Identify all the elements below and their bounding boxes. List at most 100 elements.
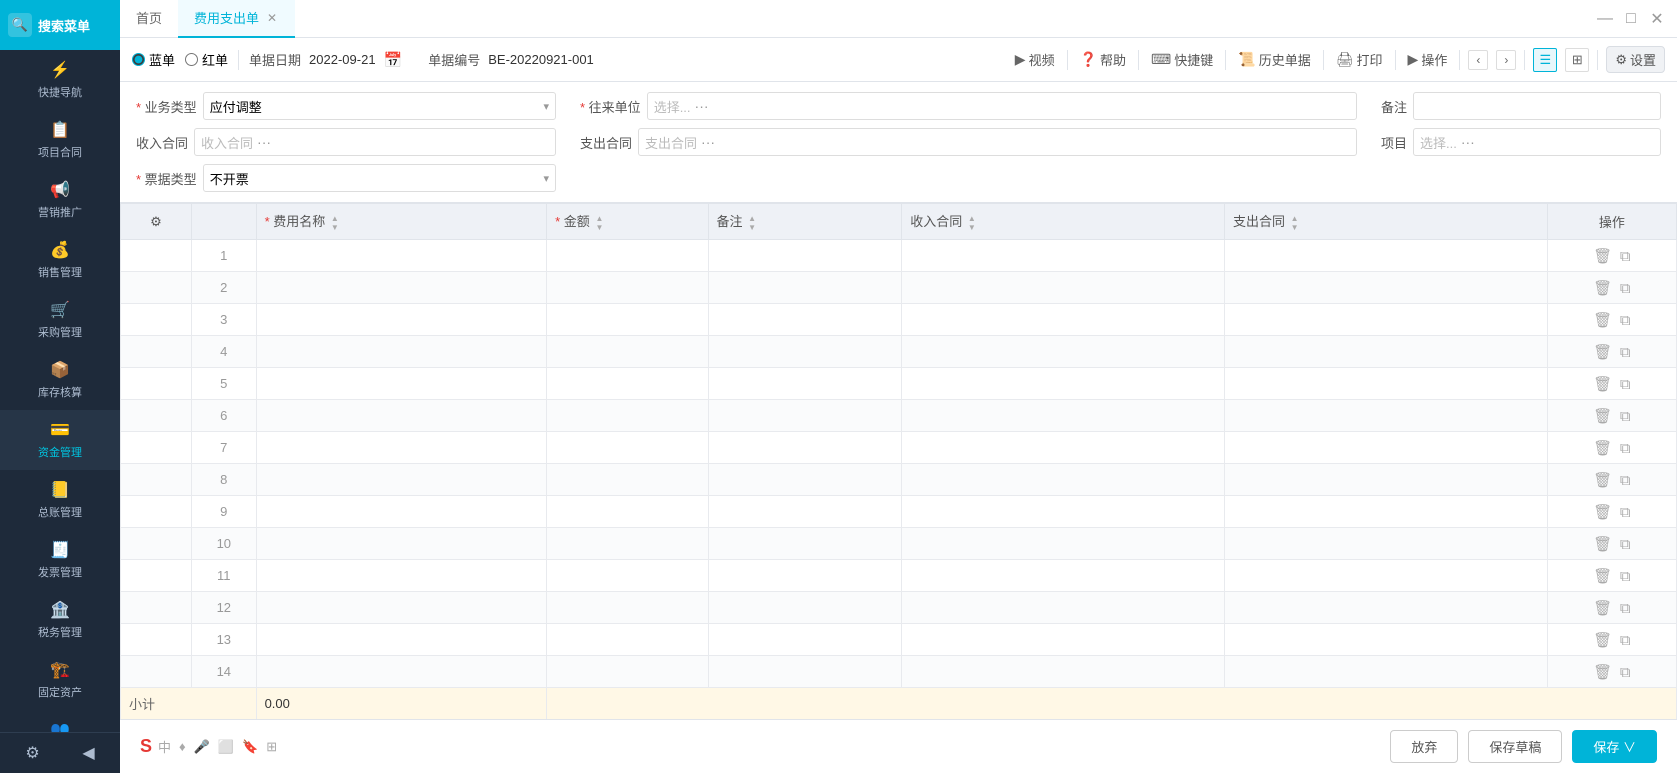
help-btn[interactable]: ❓ 帮助	[1076, 48, 1130, 71]
copy-row-icon[interactable]: ⧉	[1620, 312, 1631, 329]
row-expense-name-cell[interactable]	[256, 624, 547, 656]
delete-row-icon[interactable]: 🗑	[1593, 248, 1612, 265]
row-amount-cell[interactable]	[547, 528, 708, 560]
sidebar-item-quick-nav[interactable]: ⚡ 快捷导航	[0, 50, 120, 110]
copy-row-icon[interactable]: ⧉	[1620, 472, 1631, 489]
brand-icon-mic[interactable]: 🎤	[194, 739, 210, 755]
row-amount-cell[interactable]	[547, 496, 708, 528]
row-amount-cell[interactable]	[547, 624, 708, 656]
brand-icon-square[interactable]: ⬜	[218, 739, 234, 755]
red-bill-radio-label[interactable]: 红单	[185, 50, 228, 69]
save-button[interactable]: 保存 ∨	[1572, 730, 1657, 763]
expense-contract-sort-icon[interactable]: ▲▼	[1291, 214, 1299, 232]
row-amount-cell[interactable]	[547, 432, 708, 464]
table-col-expense-name[interactable]: * 费用名称 ▲▼	[256, 204, 547, 240]
copy-row-icon[interactable]: ⧉	[1620, 248, 1631, 265]
row-expense-contract-cell[interactable]	[1225, 624, 1548, 656]
view-grid-btn[interactable]: ⊞	[1565, 48, 1589, 72]
row-income-contract-cell[interactable]	[902, 240, 1225, 272]
row-amount-cell[interactable]	[547, 336, 708, 368]
row-remark-cell[interactable]	[708, 304, 902, 336]
row-expense-name-cell[interactable]	[256, 304, 547, 336]
row-remark-cell[interactable]	[708, 656, 902, 688]
copy-row-icon[interactable]: ⧉	[1620, 504, 1631, 521]
sidebar-item-tax-mgmt[interactable]: 🏦 税务管理	[0, 590, 120, 650]
row-income-contract-cell[interactable]	[902, 272, 1225, 304]
row-remark-cell[interactable]	[708, 624, 902, 656]
row-remark-cell[interactable]	[708, 336, 902, 368]
business-type-dropdown-icon[interactable]: ▾	[543, 100, 549, 113]
invoice-type-dropdown-icon[interactable]: ▾	[543, 172, 549, 185]
income-contract-ellipsis-btn[interactable]: ···	[257, 134, 271, 150]
row-expense-name-cell[interactable]	[256, 592, 547, 624]
sidebar-item-fixed-assets[interactable]: 🏗️ 固定资产	[0, 650, 120, 710]
copy-row-icon[interactable]: ⧉	[1620, 376, 1631, 393]
table-settings-icon[interactable]: ⚙	[150, 214, 162, 229]
video-btn[interactable]: ▶ 视频	[1011, 48, 1059, 71]
shortcut-btn[interactable]: ⌨ 快捷键	[1147, 48, 1217, 71]
delete-row-icon[interactable]: 🗑	[1593, 600, 1612, 617]
counterparty-ellipsis-btn[interactable]: ···	[695, 98, 709, 114]
print-btn[interactable]: 🖨 打印	[1332, 48, 1387, 71]
row-expense-name-cell[interactable]	[256, 240, 547, 272]
copy-row-icon[interactable]: ⧉	[1620, 408, 1631, 425]
sidebar-settings-icon[interactable]: ⚙	[25, 743, 39, 763]
window-minimize-btn[interactable]: —	[1593, 7, 1617, 31]
row-remark-cell[interactable]	[708, 368, 902, 400]
copy-row-icon[interactable]: ⧉	[1620, 344, 1631, 361]
nav-next-btn[interactable]: ›	[1496, 50, 1516, 70]
copy-row-icon[interactable]: ⧉	[1620, 536, 1631, 553]
row-income-contract-cell[interactable]	[902, 464, 1225, 496]
expense-contract-ellipsis-btn[interactable]: ···	[701, 134, 715, 150]
table-col-income-contract[interactable]: 收入合同 ▲▼	[902, 204, 1225, 240]
delete-row-icon[interactable]: 🗑	[1593, 408, 1612, 425]
sidebar-item-purchase-mgmt[interactable]: 🛒 采购管理	[0, 290, 120, 350]
row-expense-name-cell[interactable]	[256, 336, 547, 368]
delete-row-icon[interactable]: 🗑	[1593, 568, 1612, 585]
sidebar-item-marketing[interactable]: 📢 营销推广	[0, 170, 120, 230]
row-expense-contract-cell[interactable]	[1225, 240, 1548, 272]
amount-sort-icon[interactable]: ▲▼	[595, 214, 603, 232]
row-expense-contract-cell[interactable]	[1225, 528, 1548, 560]
row-expense-name-cell[interactable]	[256, 432, 547, 464]
nav-prev-btn[interactable]: ‹	[1468, 50, 1488, 70]
view-list-btn[interactable]: ☰	[1533, 48, 1557, 72]
remark-input[interactable]	[1413, 92, 1661, 120]
row-expense-contract-cell[interactable]	[1225, 272, 1548, 304]
save-draft-button[interactable]: 保存草稿	[1468, 730, 1562, 763]
expense-contract-input[interactable]: 支出合同 ···	[638, 128, 1357, 156]
row-amount-cell[interactable]	[547, 272, 708, 304]
copy-row-icon[interactable]: ⧉	[1620, 568, 1631, 585]
table-col-expense-contract[interactable]: 支出合同 ▲▼	[1225, 204, 1548, 240]
row-remark-cell[interactable]	[708, 400, 902, 432]
copy-row-icon[interactable]: ⧉	[1620, 600, 1631, 617]
calendar-icon[interactable]: 📅	[384, 51, 403, 69]
history-btn[interactable]: 📜 历史单据	[1234, 48, 1314, 71]
delete-row-icon[interactable]: 🗑	[1593, 472, 1612, 489]
tab-home[interactable]: 首页	[120, 0, 178, 38]
discard-button[interactable]: 放弃	[1390, 730, 1458, 763]
row-income-contract-cell[interactable]	[902, 624, 1225, 656]
sidebar-item-accounting-mgmt[interactable]: 📒 总账管理	[0, 470, 120, 530]
expense-name-sort-icon[interactable]: ▲▼	[331, 214, 339, 232]
invoice-type-input[interactable]: 不开票 ▾	[203, 164, 556, 192]
delete-row-icon[interactable]: 🗑	[1593, 312, 1612, 329]
row-amount-cell[interactable]	[547, 656, 708, 688]
delete-row-icon[interactable]: 🗑	[1593, 440, 1612, 457]
row-amount-cell[interactable]	[547, 400, 708, 432]
row-expense-contract-cell[interactable]	[1225, 592, 1548, 624]
row-income-contract-cell[interactable]	[902, 368, 1225, 400]
window-maximize-btn[interactable]: □	[1619, 7, 1643, 31]
row-income-contract-cell[interactable]	[902, 656, 1225, 688]
row-income-contract-cell[interactable]	[902, 560, 1225, 592]
row-expense-contract-cell[interactable]	[1225, 464, 1548, 496]
row-expense-name-cell[interactable]	[256, 656, 547, 688]
delete-row-icon[interactable]: 🗑	[1593, 664, 1612, 681]
business-type-input[interactable]: 应付调整 ▾	[203, 92, 556, 120]
row-remark-cell[interactable]	[708, 240, 902, 272]
row-expense-contract-cell[interactable]	[1225, 560, 1548, 592]
delete-row-icon[interactable]: 🗑	[1593, 536, 1612, 553]
row-expense-contract-cell[interactable]	[1225, 336, 1548, 368]
row-remark-cell[interactable]	[708, 432, 902, 464]
row-expense-contract-cell[interactable]	[1225, 368, 1548, 400]
